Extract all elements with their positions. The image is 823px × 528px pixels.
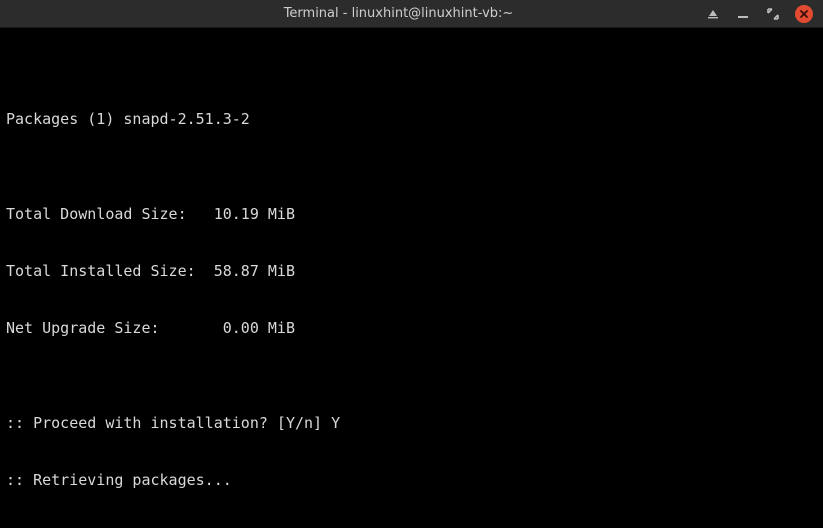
window-titlebar: Terminal - linuxhint@linuxhint-vb:~ bbox=[0, 0, 823, 28]
minimize-button[interactable] bbox=[735, 6, 751, 22]
terminal-line: Total Download Size: 10.19 MiB bbox=[6, 205, 819, 224]
terminal-line: Net Upgrade Size: 0.00 MiB bbox=[6, 319, 819, 338]
window-controls bbox=[705, 5, 823, 23]
maximize-button[interactable] bbox=[765, 6, 781, 22]
window-title: Terminal - linuxhint@linuxhint-vb:~ bbox=[92, 6, 705, 21]
terminal-viewport[interactable]: Packages (1) snapd-2.51.3-2 Total Downlo… bbox=[0, 28, 823, 528]
terminal-line: Packages (1) snapd-2.51.3-2 bbox=[6, 110, 819, 129]
keep-on-top-button[interactable] bbox=[705, 6, 721, 22]
terminal-line: Total Installed Size: 58.87 MiB bbox=[6, 262, 819, 281]
terminal-line: :: Proceed with installation? [Y/n] Y bbox=[6, 414, 819, 433]
close-button[interactable] bbox=[795, 5, 813, 23]
terminal-output: Packages (1) snapd-2.51.3-2 Total Downlo… bbox=[6, 72, 819, 528]
terminal-line: :: Retrieving packages... bbox=[6, 471, 819, 490]
